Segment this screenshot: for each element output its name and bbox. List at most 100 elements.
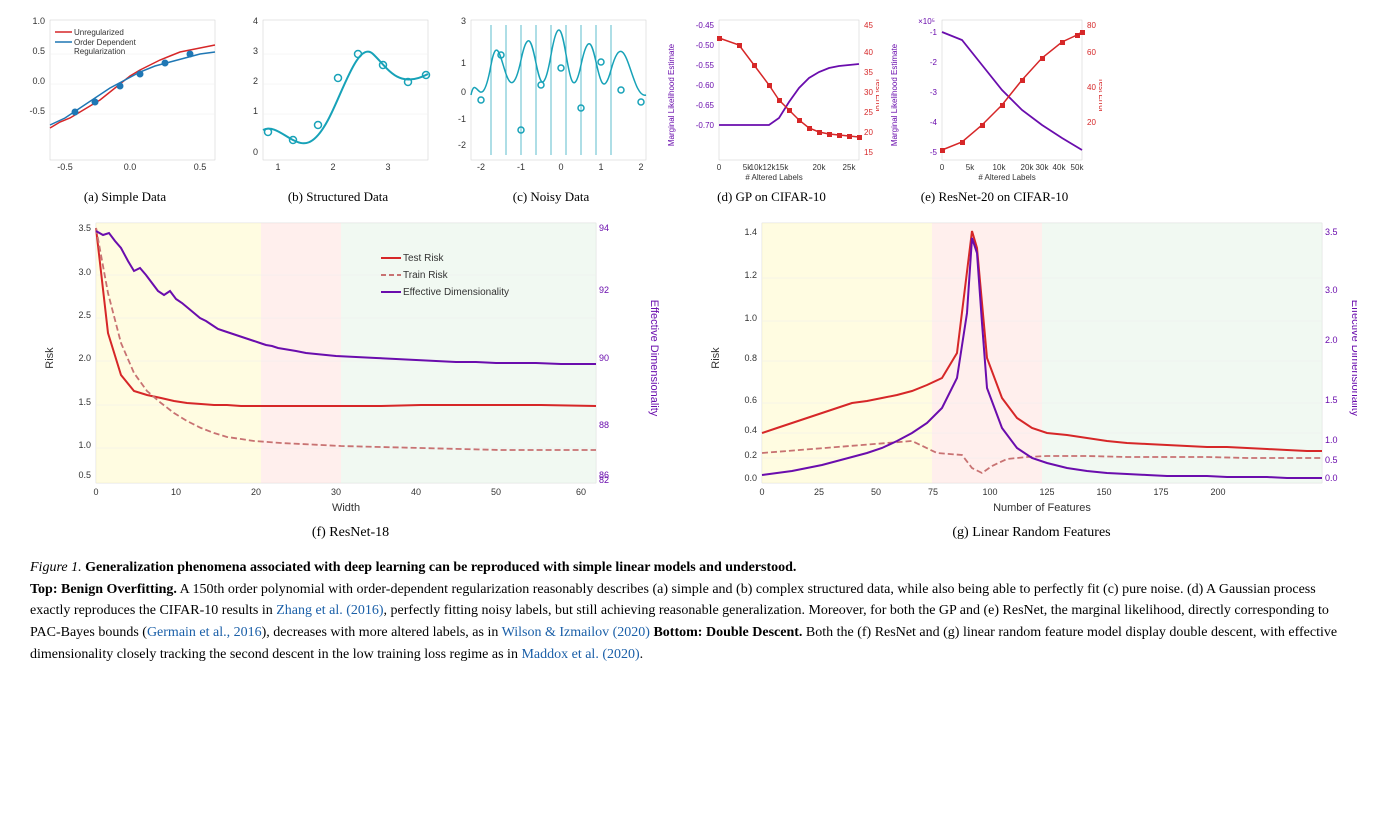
svg-text:80: 80 [1087,21,1096,30]
svg-text:Unregularized: Unregularized [74,28,124,37]
svg-text:94: 94 [599,223,609,233]
svg-text:3.0: 3.0 [78,267,91,277]
wilson-ref[interactable]: Wilson & Izmailov (2020) [502,625,650,640]
svg-text:45: 45 [864,21,873,30]
svg-text:20: 20 [1087,118,1096,127]
svg-text:1.0: 1.0 [744,313,757,323]
svg-text:3.5: 3.5 [78,223,91,233]
svg-text:0: 0 [717,163,722,172]
svg-text:25: 25 [813,487,823,497]
svg-text:Number of Features: Number of Features [993,502,1091,514]
svg-text:200: 200 [1210,487,1225,497]
svg-text:# Altered Labels: # Altered Labels [978,173,1035,182]
zhang-ref[interactable]: Zhang et al. (2016) [276,603,383,618]
figure-a: 1.0 0.5 0.0 -0.5 -0.5 0.0 0.5 Un [20,10,230,205]
svg-text:1.4: 1.4 [744,227,757,237]
svg-text:1.5: 1.5 [1325,395,1338,405]
svg-text:Effective Dimensionality: Effective Dimensionality [648,300,660,417]
svg-text:-0.70: -0.70 [696,121,715,130]
svg-text:Test Risk: Test Risk [403,253,445,264]
svg-text:Effective Dimensionality: Effective Dimensionality [403,287,509,298]
svg-text:2: 2 [330,162,335,172]
chart-simple-data: 1.0 0.5 0.0 -0.5 -0.5 0.0 0.5 Un [20,10,230,185]
caption-end: . [640,647,644,662]
svg-text:0: 0 [940,163,945,172]
svg-text:-4: -4 [930,118,938,127]
svg-text:-0.65: -0.65 [696,101,715,110]
svg-text:Effective Dimensionality: Effective Dimensionality [1349,300,1357,417]
svg-text:175: 175 [1153,487,1168,497]
svg-text:Width: Width [331,502,359,514]
svg-text:0.5: 0.5 [194,162,207,172]
svg-text:40k: 40k [1053,163,1067,172]
svg-text:-2: -2 [477,162,485,172]
chart-structured-data: 4 3 2 1 0 1 2 3 [238,10,438,185]
chart-resnet20-cifar10: Marginal Likelihood Estimate ×10⁵ -1 -2 … [887,10,1102,185]
caption-mid-text2: ), decreases with more altered labels, a… [262,625,502,640]
svg-text:Risk: Risk [44,347,56,369]
svg-text:# Altered Labels: # Altered Labels [745,173,802,182]
svg-text:50: 50 [490,487,500,497]
svg-text:25: 25 [864,108,873,117]
maddox-ref[interactable]: Maddox et al. (2020) [521,647,639,662]
svg-text:-5: -5 [930,148,938,157]
svg-text:20k: 20k [813,163,827,172]
svg-text:×10⁵: ×10⁵ [918,17,935,26]
svg-text:1: 1 [461,58,466,68]
svg-text:30k: 30k [1036,163,1050,172]
svg-text:3: 3 [385,162,390,172]
svg-text:125: 125 [1039,487,1054,497]
svg-text:0.0: 0.0 [32,76,45,86]
svg-text:150: 150 [1096,487,1111,497]
svg-text:4: 4 [253,16,258,26]
svg-text:10k: 10k [993,163,1007,172]
svg-text:1.0: 1.0 [1325,435,1338,445]
svg-text:0.8: 0.8 [744,353,757,363]
figure-f: Risk 3.5 3.0 2.5 2.0 1.5 1.0 0.5 0 10 20… [20,213,681,541]
bottom-figures-row: Risk 3.5 3.0 2.5 2.0 1.5 1.0 0.5 0 10 20… [20,213,1362,541]
svg-text:-0.45: -0.45 [696,21,715,30]
svg-text:10k12k15k: 10k12k15k [750,163,790,172]
figure-label: Figure 1. [30,560,82,575]
svg-text:0.5: 0.5 [1325,455,1338,465]
svg-text:0.0: 0.0 [744,473,757,483]
svg-text:0: 0 [253,147,258,157]
svg-text:30: 30 [330,487,340,497]
svg-text:1.2: 1.2 [744,270,757,280]
figure-c: 3 1 0 -1 -2 -2 -1 0 1 2 [446,10,656,205]
svg-text:25k: 25k [843,163,857,172]
svg-text:50k: 50k [1071,163,1085,172]
figure-e: Marginal Likelihood Estimate ×10⁵ -1 -2 … [887,10,1102,205]
svg-text:0.0: 0.0 [1325,473,1338,483]
svg-text:Test Error: Test Error [874,78,879,113]
chart-gp-cifar10: Marginal Likelihood Estimate -0.45 -0.50… [664,10,879,185]
top-figures-row: 1.0 0.5 0.0 -0.5 -0.5 0.0 0.5 Un [20,10,1362,205]
svg-text:82: 82 [599,475,609,485]
chart-resnet18: Risk 3.5 3.0 2.5 2.0 1.5 1.0 0.5 0 10 20… [41,213,661,523]
svg-text:2.5: 2.5 [78,310,91,320]
svg-text:20: 20 [864,128,873,137]
svg-text:-1: -1 [458,114,466,124]
svg-text:40: 40 [1087,83,1096,92]
figure-caption-text: Figure 1. Generalization phenomena assoc… [20,557,1360,665]
caption-top-label: Top: Benign Overfitting. [30,582,177,597]
svg-text:Test Error: Test Error [1097,78,1102,113]
svg-text:0: 0 [93,487,98,497]
svg-text:35: 35 [864,68,873,77]
svg-text:0.5: 0.5 [32,46,45,56]
svg-text:Marginal Likelihood Estimate: Marginal Likelihood Estimate [667,43,676,146]
svg-text:2: 2 [638,162,643,172]
svg-text:20k: 20k [1021,163,1035,172]
svg-text:3: 3 [461,16,466,26]
svg-text:Regularization: Regularization [74,47,125,56]
svg-text:60: 60 [575,487,585,497]
svg-text:15: 15 [864,148,873,157]
svg-text:-2: -2 [930,58,938,67]
caption-main-bold: Generalization phenomena associated with… [85,560,796,575]
figure-d: Marginal Likelihood Estimate -0.45 -0.50… [664,10,879,205]
svg-text:40: 40 [410,487,420,497]
svg-text:90: 90 [599,353,609,363]
svg-text:-0.50: -0.50 [696,41,715,50]
svg-text:0: 0 [759,487,764,497]
germain-ref[interactable]: Germain et al., 2016 [147,625,262,640]
